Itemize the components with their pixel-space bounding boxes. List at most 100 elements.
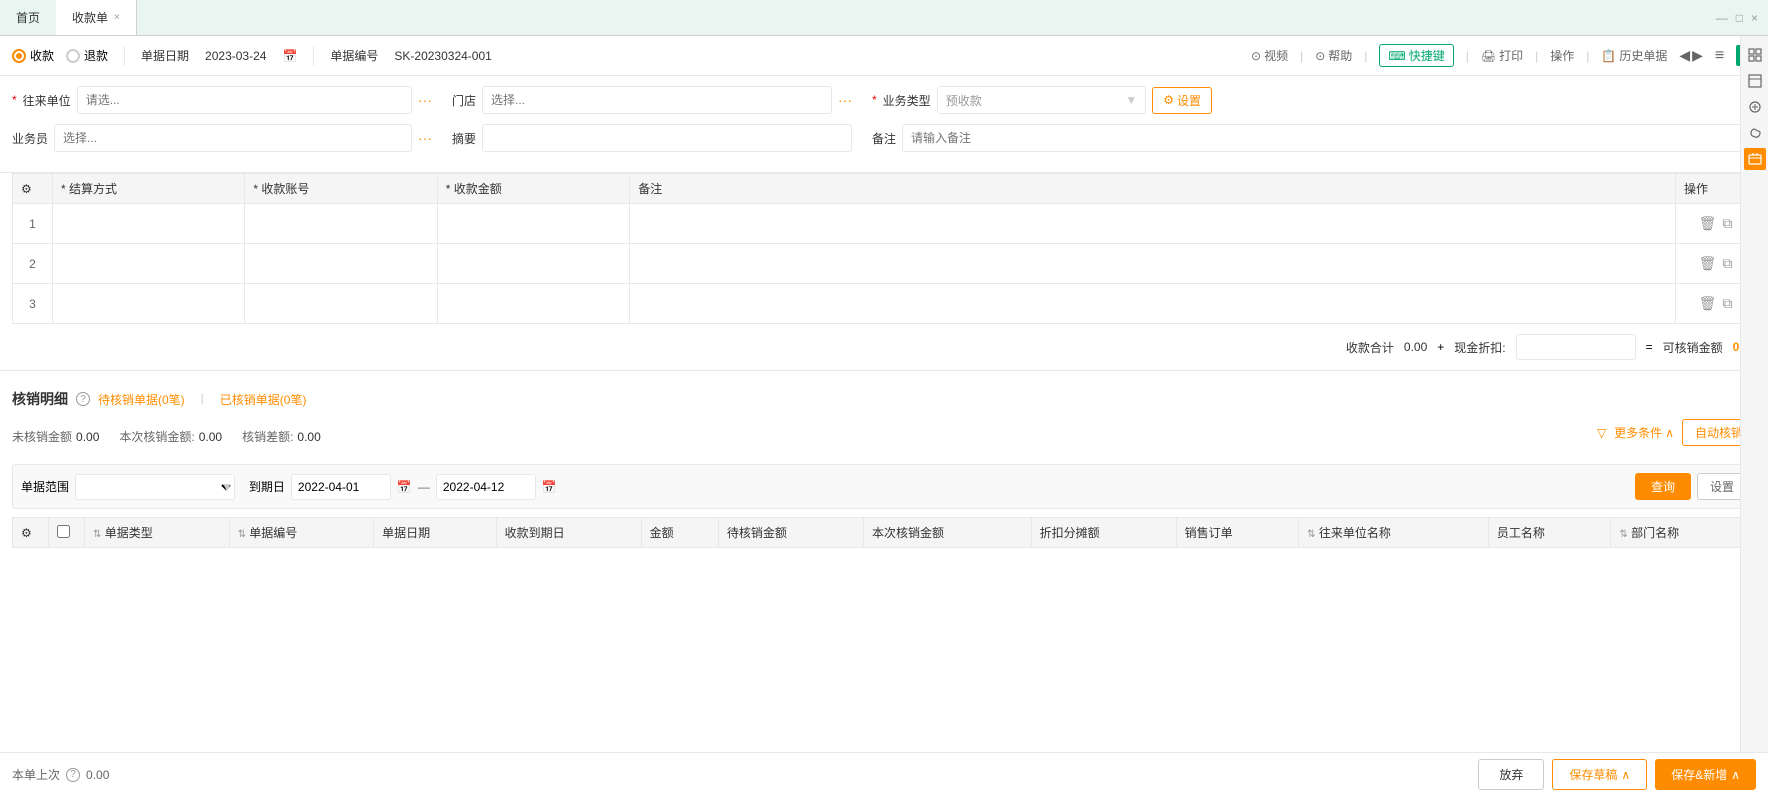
store-input[interactable] xyxy=(482,86,832,114)
copy-icon-1[interactable]: ⧉ xyxy=(1722,215,1732,232)
total-label: 收款合计 xyxy=(1346,339,1394,356)
amount-cell-1[interactable] xyxy=(437,204,629,244)
amount-cell-3[interactable] xyxy=(437,284,629,324)
nav-arrows: ◀ ▶ xyxy=(1679,47,1703,64)
verify-checkbox-header xyxy=(49,518,85,548)
bottom-info-icon[interactable]: ? xyxy=(66,768,80,782)
salesperson-input[interactable] xyxy=(54,124,412,152)
settings-label: 设置 xyxy=(1177,92,1201,109)
amount-cell-2[interactable] xyxy=(437,244,629,284)
tab-receipt[interactable]: 收款单 × xyxy=(56,0,137,35)
print-btn[interactable]: 🖨 打印 xyxy=(1481,47,1523,64)
verify-info-icon[interactable]: ? xyxy=(76,392,90,406)
bill-type-header: ⇅ 单据类型 xyxy=(85,518,230,548)
help-label: 帮助 xyxy=(1328,47,1352,64)
note-cell-3[interactable] xyxy=(630,284,1676,324)
sidebar-icon-1[interactable] xyxy=(1744,44,1766,66)
sidebar-icon-2[interactable] xyxy=(1744,70,1766,92)
save-new-btn[interactable]: 保存&新增 ∧ xyxy=(1655,759,1756,790)
summary-input[interactable] xyxy=(482,124,852,152)
date-to-input[interactable] xyxy=(436,474,536,500)
sidebar-icon-5[interactable] xyxy=(1744,148,1766,170)
tab-close-icon[interactable]: × xyxy=(114,12,120,23)
calendar-icon[interactable]: 📅 xyxy=(282,49,297,63)
bill-type-label: 单据类型 xyxy=(105,526,153,540)
window-max-btn[interactable]: □ xyxy=(1736,11,1743,25)
table-gear-header[interactable]: ⚙ xyxy=(13,174,53,204)
biz-type-select[interactable]: 预收款 ▼ xyxy=(937,86,1147,114)
discount-input[interactable] xyxy=(1516,334,1636,360)
history-btn[interactable]: 📋 历史单据 xyxy=(1601,47,1667,64)
store-more-btn[interactable]: ··· xyxy=(838,92,852,108)
copy-icon-3[interactable]: ⧉ xyxy=(1722,295,1732,312)
date-from-input[interactable] xyxy=(291,474,391,500)
nav-prev-btn[interactable]: ◀ xyxy=(1679,47,1690,64)
bill-date-label: 单据日期 xyxy=(382,526,430,540)
due-date-header: 收款到期日 xyxy=(496,518,641,548)
counterpart-input[interactable] xyxy=(77,86,412,114)
bill-no-label: 单据编号 xyxy=(330,47,378,64)
settlement-cell-3[interactable] xyxy=(53,284,245,324)
sales-order-header: 销售订单 xyxy=(1176,518,1298,548)
radio-shoukuan[interactable]: 收款 xyxy=(12,47,54,64)
account-cell-3[interactable] xyxy=(245,284,437,324)
range-field: 单据范围 ▼ xyxy=(21,474,233,500)
query-btn[interactable]: 查询 xyxy=(1635,473,1691,500)
note-cell-1[interactable] xyxy=(630,204,1676,244)
nav-next-btn[interactable]: ▶ xyxy=(1692,47,1703,64)
copy-icon-2[interactable]: ⧉ xyxy=(1722,255,1732,272)
account-cell-2[interactable] xyxy=(245,244,437,284)
calendar-to-icon[interactable]: 📅 xyxy=(542,480,557,494)
help-btn[interactable]: ⊙ 帮助 xyxy=(1315,47,1352,64)
video-btn[interactable]: ⊙ 视频 xyxy=(1251,47,1288,64)
sidebar-icon-3[interactable] xyxy=(1744,96,1766,118)
view-list-icon[interactable]: ≡ xyxy=(1715,47,1724,65)
ops-btn[interactable]: 操作 xyxy=(1550,47,1574,64)
remark-input[interactable] xyxy=(902,124,1756,152)
bill-date-header: 单据日期 xyxy=(374,518,496,548)
store-field: 门店 ··· xyxy=(452,86,852,114)
date-label: 单据日期 xyxy=(141,47,189,64)
window-min-btn[interactable]: — xyxy=(1716,11,1728,25)
more-conditions-btn[interactable]: 更多条件 ∧ xyxy=(1614,424,1674,441)
radio-tuikuan-dot xyxy=(66,49,80,63)
video-label: 视频 xyxy=(1264,47,1288,64)
biz-type-field: * 业务类型 预收款 ▼ ⚙ 设置 xyxy=(872,86,1212,114)
calendar-from-icon[interactable]: 📅 xyxy=(397,480,412,494)
shortcut-btn[interactable]: ⌨ 快捷键 xyxy=(1379,44,1453,67)
remark-label: 备注 xyxy=(638,182,662,196)
counterpart-more-btn[interactable]: ··· xyxy=(418,92,432,108)
verify-section: 核销明细 ? 待核销单据(0笔) | 已核销单据(0笔) 未核销金额 0.00 … xyxy=(0,379,1768,558)
counterpart-field: * 往来单位 ··· xyxy=(12,86,432,114)
print-icon: 🖨 xyxy=(1481,49,1496,63)
delete-icon-3[interactable]: 🗑 xyxy=(1699,295,1717,312)
settlement-cell-2[interactable] xyxy=(53,244,245,284)
tab-done[interactable]: 已核销单据(0笔) xyxy=(220,391,307,408)
save-draft-btn[interactable]: 保存草稿 ∧ xyxy=(1552,759,1647,790)
salesperson-more-btn[interactable]: ··· xyxy=(418,130,432,146)
radio-tuikuan[interactable]: 退款 xyxy=(66,47,108,64)
delete-icon-2[interactable]: 🗑 xyxy=(1699,255,1717,272)
radio-shoukuan-dot xyxy=(12,49,26,63)
form-row-1: * 往来单位 ··· 门店 ··· * 业务类型 预收款 ▼ ⚙ xyxy=(12,86,1756,114)
select-all-checkbox[interactable] xyxy=(57,525,70,538)
settings-btn[interactable]: ⚙ 设置 xyxy=(1152,87,1212,114)
tab-pending[interactable]: 待核销单据(0笔) xyxy=(98,391,185,408)
main-table: ⚙ * 结算方式 * 收款账号 * 收款金额 备注 操作 xyxy=(12,173,1756,324)
delete-icon-1[interactable]: 🗑 xyxy=(1699,215,1717,232)
verify-gear-header[interactable]: ⚙ xyxy=(13,518,49,548)
abandon-btn[interactable]: 放弃 xyxy=(1478,759,1544,790)
verify-title-text: 核销明细 xyxy=(12,389,68,409)
salesperson-label: 业务员 xyxy=(12,130,48,147)
note-cell-2[interactable] xyxy=(630,244,1676,284)
range-select[interactable] xyxy=(75,474,235,500)
tab-home[interactable]: 首页 xyxy=(0,0,56,35)
table-row: 1 🗑 ⧉ xyxy=(13,204,1756,244)
window-close-btn[interactable]: × xyxy=(1751,11,1758,25)
biz-type-value: 预收款 xyxy=(946,92,982,109)
account-cell-1[interactable] xyxy=(245,204,437,244)
sep5: | xyxy=(1586,49,1589,63)
save-new-arrow: ∧ xyxy=(1731,768,1740,782)
sidebar-icon-4[interactable] xyxy=(1744,122,1766,144)
settlement-cell-1[interactable] xyxy=(53,204,245,244)
